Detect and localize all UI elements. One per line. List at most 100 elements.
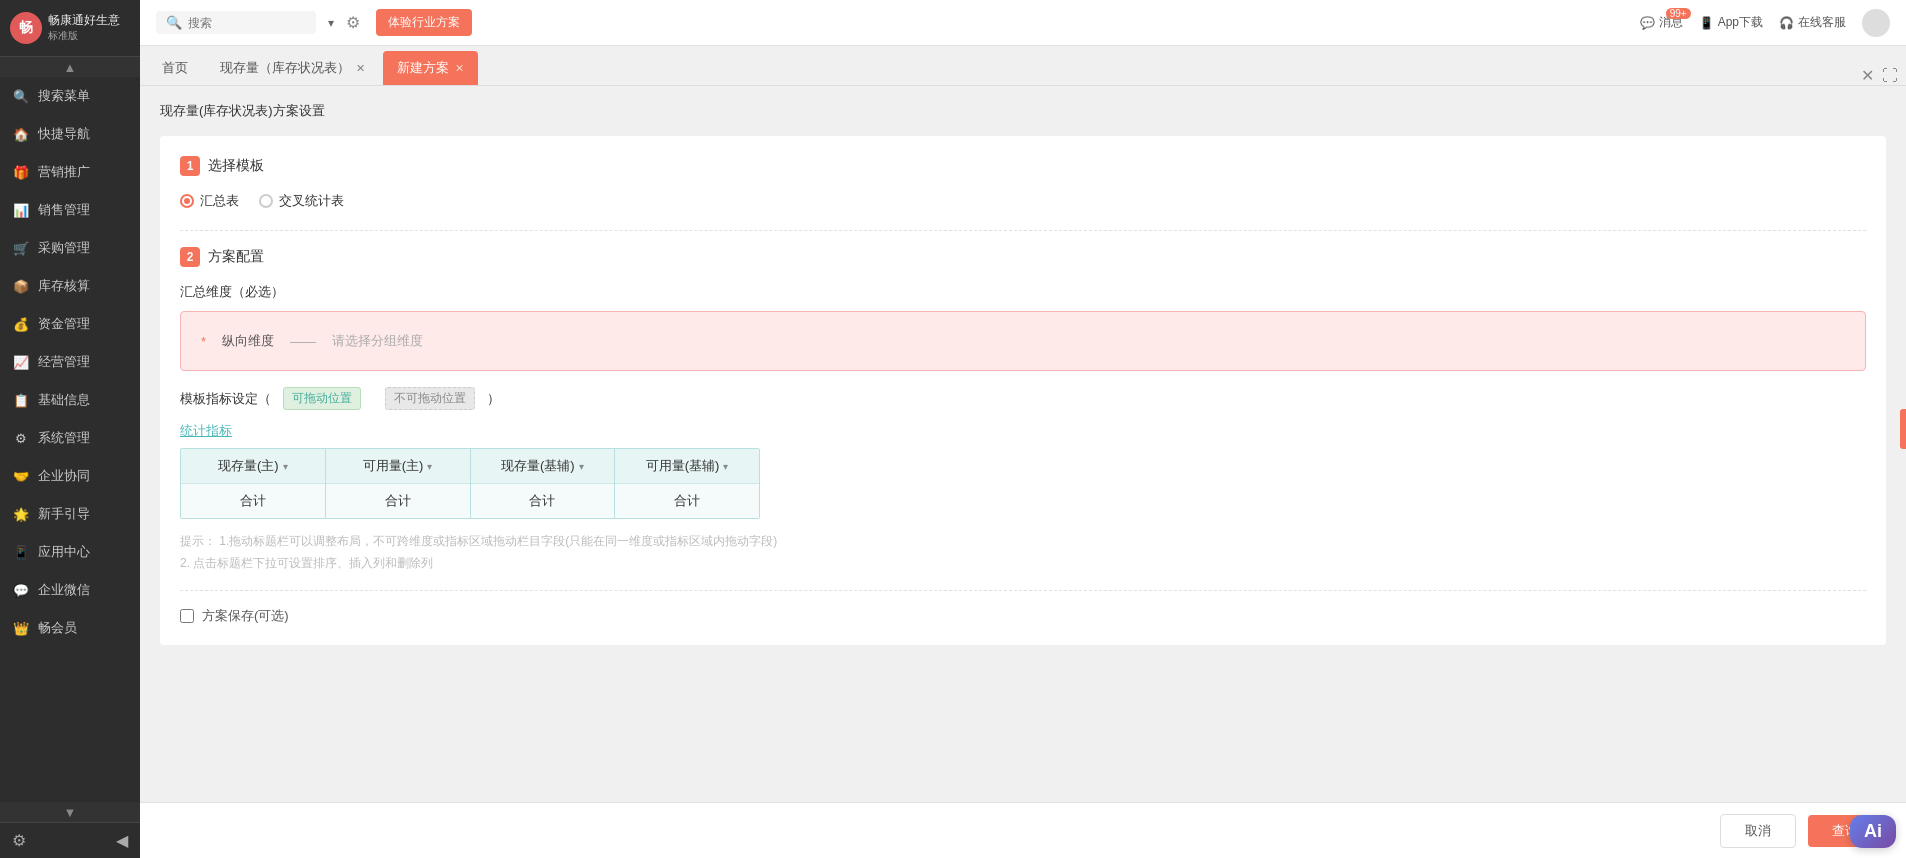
stats-col-1-header[interactable]: 现存量(主) ▾ bbox=[181, 449, 325, 484]
search-icon: 🔍 bbox=[12, 87, 30, 105]
stats-col-1: 现存量(主) ▾ 合计 bbox=[181, 449, 326, 518]
section2-title: 方案配置 bbox=[208, 248, 264, 266]
guide-icon: 🌟 bbox=[12, 505, 30, 523]
sidebar-item-enterprise[interactable]: 🤝 企业协同 bbox=[0, 457, 140, 495]
sidebar-item-system[interactable]: ⚙ 系统管理 bbox=[0, 419, 140, 457]
ops-icon: 📈 bbox=[12, 353, 30, 371]
save-option: 方案保存(可选) bbox=[180, 607, 1866, 625]
col4-chevron[interactable]: ▾ bbox=[723, 461, 728, 472]
section1-title: 选择模板 bbox=[208, 157, 264, 175]
page-content: 现存量(库存状况表)方案设置 1 选择模板 汇总表 交叉统计表 bbox=[140, 86, 1906, 858]
sidebar-item-guide[interactable]: 🌟 新手引导 bbox=[0, 495, 140, 533]
enterprise-icon: 🤝 bbox=[12, 467, 30, 485]
collapse-icon[interactable]: ◀ bbox=[116, 831, 128, 850]
settings-icon[interactable]: ⚙ bbox=[12, 831, 26, 850]
tab-new-plan[interactable]: 新建方案 ✕ bbox=[383, 51, 478, 85]
col2-chevron[interactable]: ▾ bbox=[427, 461, 432, 472]
service-icon: 🎧 bbox=[1779, 16, 1794, 30]
customer-service-button[interactable]: 🎧 在线客服 bbox=[1779, 14, 1846, 31]
sidebar-item-operations[interactable]: 📈 经营管理 bbox=[0, 343, 140, 381]
radio-crosstab[interactable]: 交叉统计表 bbox=[259, 192, 344, 210]
expand-icon[interactable]: ⛶ bbox=[1882, 67, 1898, 85]
try-industry-button[interactable]: 体验行业方案 bbox=[376, 9, 472, 36]
member-icon: 👑 bbox=[12, 619, 30, 637]
message-button[interactable]: 💬 消息 99+ bbox=[1640, 14, 1683, 31]
app-logo: 畅 畅康通好生意 标准版 bbox=[0, 0, 140, 57]
sidebar-item-nav[interactable]: 🏠 快捷导航 bbox=[0, 115, 140, 153]
sidebar-item-inventory[interactable]: 📦 库存核算 bbox=[0, 267, 140, 305]
section2-number: 2 bbox=[180, 247, 200, 267]
indicator-settings: 模板指标设定（ 可拖动位置 不可拖动位置 ） bbox=[180, 387, 1866, 410]
close-panel-icon[interactable]: ✕ bbox=[1861, 66, 1874, 85]
section-divider bbox=[180, 230, 1866, 231]
home-icon: 🏠 bbox=[12, 125, 30, 143]
stats-col-1-cell: 合计 bbox=[181, 484, 325, 518]
money-icon: 💰 bbox=[12, 315, 30, 333]
tab-inventory-close[interactable]: ✕ bbox=[356, 62, 365, 75]
sidebar-item-marketing[interactable]: 🎁 营销推广 bbox=[0, 153, 140, 191]
tab-new-close[interactable]: ✕ bbox=[455, 62, 464, 75]
main-area: 🔍 ▾ ⚙ 体验行业方案 💬 消息 99+ 📱 App下载 🎧 在线客服 bbox=[140, 0, 1906, 858]
sidebar-item-sales[interactable]: 📊 销售管理 bbox=[0, 191, 140, 229]
sidebar-scroll-down[interactable]: ▼ bbox=[0, 802, 140, 822]
right-handle[interactable] bbox=[1900, 409, 1906, 449]
dimension-placeholder[interactable]: 请选择分组维度 bbox=[332, 332, 423, 350]
topbar: 🔍 ▾ ⚙ 体验行业方案 💬 消息 99+ 📱 App下载 🎧 在线客服 bbox=[140, 0, 1906, 46]
dimension-row: * 纵向维度 —— 请选择分组维度 bbox=[201, 332, 423, 350]
message-icon: 💬 bbox=[1640, 16, 1655, 30]
stats-col-2-cell: 合计 bbox=[326, 484, 470, 518]
sidebar-item-finance[interactable]: 💰 资金管理 bbox=[0, 305, 140, 343]
dimension-label: 汇总维度（必选） bbox=[180, 283, 1866, 301]
indicator-fixed-tag: 不可拖动位置 bbox=[385, 387, 475, 410]
tab-inventory[interactable]: 现存量（库存状况表） ✕ bbox=[206, 51, 379, 85]
stats-col-3-header[interactable]: 现存量(基辅) ▾ bbox=[471, 449, 615, 484]
sidebar-item-base-info[interactable]: 📋 基础信息 bbox=[0, 381, 140, 419]
sidebar-item-search[interactable]: 🔍 搜索菜单 bbox=[0, 77, 140, 115]
sidebar: 畅 畅康通好生意 标准版 ▲ 🔍 搜索菜单 🏠 快捷导航 🎁 营销推广 📊 销售… bbox=[0, 0, 140, 858]
stats-col-2: 可用量(主) ▾ 合计 bbox=[326, 449, 471, 518]
stats-col-2-header[interactable]: 可用量(主) ▾ bbox=[326, 449, 470, 484]
search-input[interactable] bbox=[188, 16, 306, 30]
search-icon: 🔍 bbox=[166, 15, 182, 30]
topbar-dropdown[interactable]: ▾ bbox=[328, 16, 334, 30]
tab-home[interactable]: 首页 bbox=[148, 51, 202, 85]
app-download-button[interactable]: 📱 App下载 bbox=[1699, 14, 1763, 31]
stats-table: 现存量(主) ▾ 合计 可用量(主) ▾ 合计 bbox=[180, 448, 760, 519]
col1-chevron[interactable]: ▾ bbox=[283, 461, 288, 472]
stats-label: 统计指标 bbox=[180, 422, 1866, 440]
radio-summary-circle bbox=[180, 194, 194, 208]
template-options: 汇总表 交叉统计表 bbox=[180, 192, 1866, 210]
indicator-draggable-tag: 可拖动位置 bbox=[283, 387, 361, 410]
sidebar-item-purchase[interactable]: 🛒 采购管理 bbox=[0, 229, 140, 267]
sidebar-item-wechat[interactable]: 💬 企业微信 bbox=[0, 571, 140, 609]
radio-summary[interactable]: 汇总表 bbox=[180, 192, 239, 210]
indicator-settings-label: 模板指标设定（ bbox=[180, 390, 271, 408]
ai-badge[interactable]: Ai bbox=[1850, 815, 1896, 848]
gear-icon[interactable]: ⚙ bbox=[346, 13, 360, 32]
tabbar-right: ✕ ⛶ bbox=[1861, 66, 1906, 85]
section2-header: 2 方案配置 bbox=[180, 247, 1866, 267]
sidebar-scroll-up[interactable]: ▲ bbox=[0, 57, 140, 77]
stats-col-3: 现存量(基辅) ▾ 合计 bbox=[471, 449, 616, 518]
download-icon: 📱 bbox=[1699, 16, 1714, 30]
user-avatar[interactable] bbox=[1862, 9, 1890, 37]
sidebar-item-app-center[interactable]: 📱 应用中心 bbox=[0, 533, 140, 571]
stats-section: 统计指标 现存量(主) ▾ 合计 可用量(主) ▾ bbox=[180, 422, 1866, 519]
bottom-bar: 取消 查询 bbox=[140, 802, 1906, 858]
tip-1: 提示： 1.拖动标题栏可以调整布局，不可跨维度或指标区域拖动栏目字段(只能在同一… bbox=[180, 531, 1866, 553]
sidebar-item-member[interactable]: 👑 畅会员 bbox=[0, 609, 140, 647]
search-box[interactable]: 🔍 bbox=[156, 11, 316, 34]
col3-chevron[interactable]: ▾ bbox=[579, 461, 584, 472]
app-icon: 📱 bbox=[12, 543, 30, 561]
section1-number: 1 bbox=[180, 156, 200, 176]
tip-2: 2. 点击标题栏下拉可设置排序、插入列和删除列 bbox=[180, 553, 1866, 575]
wechat-icon: 💬 bbox=[12, 581, 30, 599]
cancel-button[interactable]: 取消 bbox=[1720, 814, 1796, 848]
chart-icon: 📊 bbox=[12, 201, 30, 219]
logo-icon: 畅 bbox=[10, 12, 42, 44]
stats-col-4: 可用量(基辅) ▾ 合计 bbox=[615, 449, 759, 518]
stats-col-4-header[interactable]: 可用量(基辅) ▾ bbox=[615, 449, 759, 484]
config-panel: 1 选择模板 汇总表 交叉统计表 2 方案配置 bbox=[160, 136, 1886, 645]
stats-col-3-cell: 合计 bbox=[471, 484, 615, 518]
save-checkbox[interactable] bbox=[180, 609, 194, 623]
